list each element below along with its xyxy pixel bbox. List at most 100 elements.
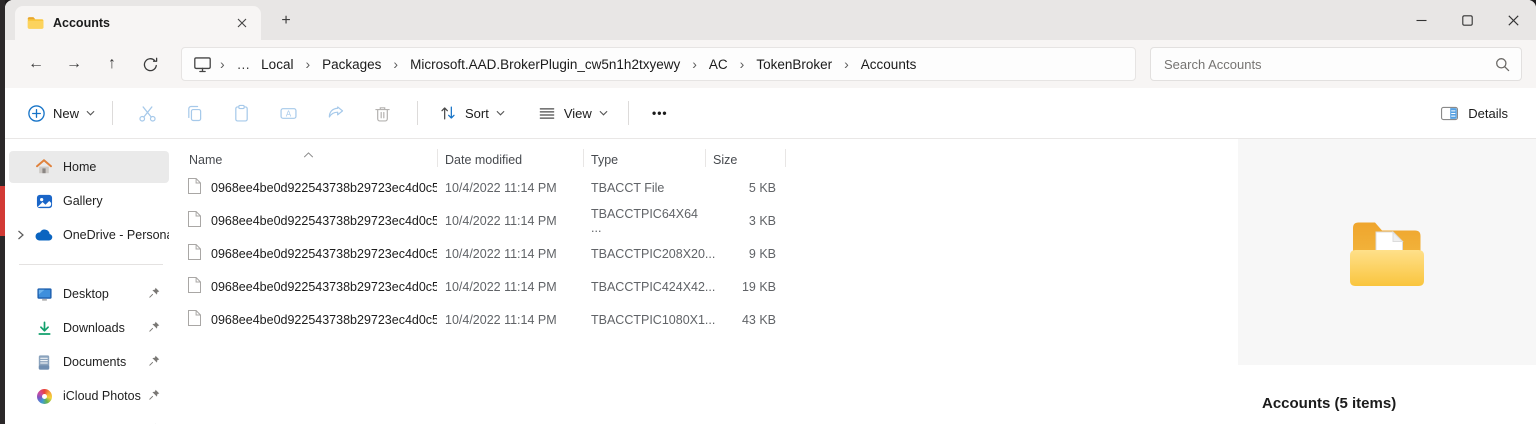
pin-icon [148, 320, 161, 336]
tab-close-icon[interactable] [231, 12, 253, 34]
sidebar-item-label: Desktop [63, 287, 109, 301]
file-explorer-window: Accounts + ← → ↑ › … Local › Packages › … [0, 0, 1536, 424]
file-row[interactable]: 0968ee4be0d922543738b29723ec4d0c5... 10/… [175, 204, 1236, 237]
more-options-button[interactable]: ••• [640, 95, 680, 131]
column-headers: Name Date modified Type Size [175, 144, 1236, 171]
close-button[interactable] [1490, 0, 1536, 40]
search-box [1150, 47, 1522, 81]
breadcrumb-overflow-button[interactable]: … [232, 57, 257, 72]
breadcrumb-chevron-icon: › [692, 56, 697, 72]
details-pane-title: Accounts (5 items) [1262, 395, 1397, 412]
downloads-icon [35, 319, 53, 337]
sidebar-item-label: Home [63, 160, 97, 174]
documents-icon [35, 353, 53, 371]
sort-icon [441, 106, 455, 120]
view-button[interactable]: View [528, 95, 617, 131]
breadcrumb-packages[interactable]: Packages [317, 57, 386, 72]
file-icon [187, 177, 202, 198]
details-pane: Accounts (5 items) [1236, 139, 1536, 424]
sidebar-item-downloads[interactable]: Downloads [9, 312, 169, 344]
file-date-modified: 10/4/2022 11:14 PM [445, 279, 557, 294]
sidebar-item-onedrive-personal[interactable]: OneDrive - Persona [9, 219, 169, 251]
details-button-label: Details [1468, 105, 1508, 121]
breadcrumb-brokerplugin[interactable]: Microsoft.AAD.BrokerPlugin_cw5n1h2txyewy [405, 57, 685, 72]
sidebar-item-icloud-photos[interactable]: iCloud Photos [9, 380, 169, 412]
breadcrumb-local[interactable]: Local [256, 57, 298, 72]
new-button-label: New [53, 105, 80, 121]
file-row[interactable]: 0968ee4be0d922543738b29723ec4d0c5... 10/… [175, 237, 1236, 270]
refresh-button[interactable] [131, 46, 169, 82]
sort-button[interactable]: Sort [429, 95, 514, 131]
breadcrumb-accounts[interactable]: Accounts [856, 57, 922, 72]
file-icon [187, 276, 202, 297]
chevron-right-icon[interactable] [17, 229, 25, 243]
chevron-down-icon [86, 110, 95, 116]
column-header-name[interactable]: Name [175, 144, 437, 171]
paste-button[interactable] [218, 95, 265, 131]
details-pane-toggle-button[interactable]: Details [1431, 95, 1516, 131]
breadcrumb-chevron-icon: › [220, 56, 225, 72]
sidebar-item-home[interactable]: Home [9, 151, 169, 183]
breadcrumb-tokenbroker[interactable]: TokenBroker [751, 57, 837, 72]
command-toolbar: New A Sort View ••• Details [5, 88, 1536, 139]
column-header-type[interactable]: Type [583, 144, 705, 171]
tab-accounts[interactable]: Accounts [15, 6, 261, 40]
file-size: 43 KB [741, 312, 776, 327]
gallery-icon [35, 192, 53, 210]
tab-bar: Accounts + [5, 0, 1536, 40]
sidebar-divider [19, 264, 163, 265]
toolbar-divider [417, 101, 419, 125]
address-bar[interactable]: › … Local › Packages › Microsoft.AAD.Bro… [181, 47, 1136, 81]
delete-button[interactable] [359, 95, 406, 131]
file-row[interactable]: 0968ee4be0d922543738b29723ec4d0c5... 10/… [175, 270, 1236, 303]
search-input[interactable] [1151, 48, 1521, 80]
sidebar-item-label: Downloads [63, 321, 125, 335]
desktop-icon [35, 285, 53, 303]
file-list: Name Date modified Type Size 0968ee4be0d… [175, 139, 1236, 424]
sidebar-item-gallery[interactable]: Gallery [9, 185, 169, 217]
pin-icon [148, 354, 161, 370]
new-tab-button[interactable]: + [273, 9, 299, 33]
file-row[interactable]: 0968ee4be0d922543738b29723ec4d0c5... 10/… [175, 303, 1236, 336]
back-button[interactable]: ← [17, 46, 55, 82]
up-button[interactable]: ↑ [93, 46, 131, 82]
share-button[interactable] [312, 95, 359, 131]
maximize-button[interactable] [1444, 0, 1490, 40]
column-header-date-modified[interactable]: Date modified [437, 144, 583, 171]
file-type: TBACCTPIC1080X1... [591, 312, 716, 327]
column-separator[interactable] [785, 149, 786, 167]
sidebar-item-onedrive-pinned[interactable]: OneDrive [9, 414, 169, 424]
file-size: 5 KB [748, 180, 776, 195]
minimize-button[interactable] [1398, 0, 1444, 40]
folder-icon [27, 17, 44, 29]
sidebar-item-label: Documents [63, 355, 127, 369]
file-type: TBACCT File [591, 180, 665, 195]
breadcrumb-ac[interactable]: AC [704, 57, 733, 72]
sidebar-item-label: Gallery [63, 194, 103, 208]
cut-button[interactable] [124, 95, 171, 131]
file-type: TBACCTPIC64X64 ... [591, 206, 698, 235]
copy-button[interactable] [171, 95, 218, 131]
breadcrumb-chevron-icon: › [739, 56, 745, 72]
view-button-label: View [563, 105, 592, 121]
column-header-size[interactable]: Size [705, 144, 785, 171]
breadcrumb-chevron-icon: › [844, 56, 849, 72]
file-date-modified: 10/4/2022 11:14 PM [445, 180, 557, 195]
file-date-modified: 10/4/2022 11:14 PM [445, 312, 557, 327]
file-icon [187, 210, 202, 231]
file-name: 0968ee4be0d922543738b29723ec4d0c5... [211, 180, 437, 195]
new-button[interactable]: New [21, 95, 101, 131]
file-row[interactable]: 0968ee4be0d922543738b29723ec4d0c5... 10/… [175, 171, 1236, 204]
plus-circle-icon [28, 104, 45, 122]
navigation-sidebar: Home Gallery OneDrive - Persona Desktop [5, 139, 175, 424]
rename-button[interactable]: A [265, 95, 312, 131]
window-controls [1398, 0, 1536, 40]
toolbar-divider [112, 101, 114, 125]
sidebar-item-documents[interactable]: Documents [9, 346, 169, 378]
this-pc-icon [194, 56, 211, 72]
sidebar-item-desktop[interactable]: Desktop [9, 278, 169, 310]
forward-button[interactable]: → [55, 46, 93, 82]
tab-title: Accounts [53, 16, 110, 30]
view-icon [539, 108, 555, 119]
file-name: 0968ee4be0d922543738b29723ec4d0c5... [211, 312, 437, 327]
